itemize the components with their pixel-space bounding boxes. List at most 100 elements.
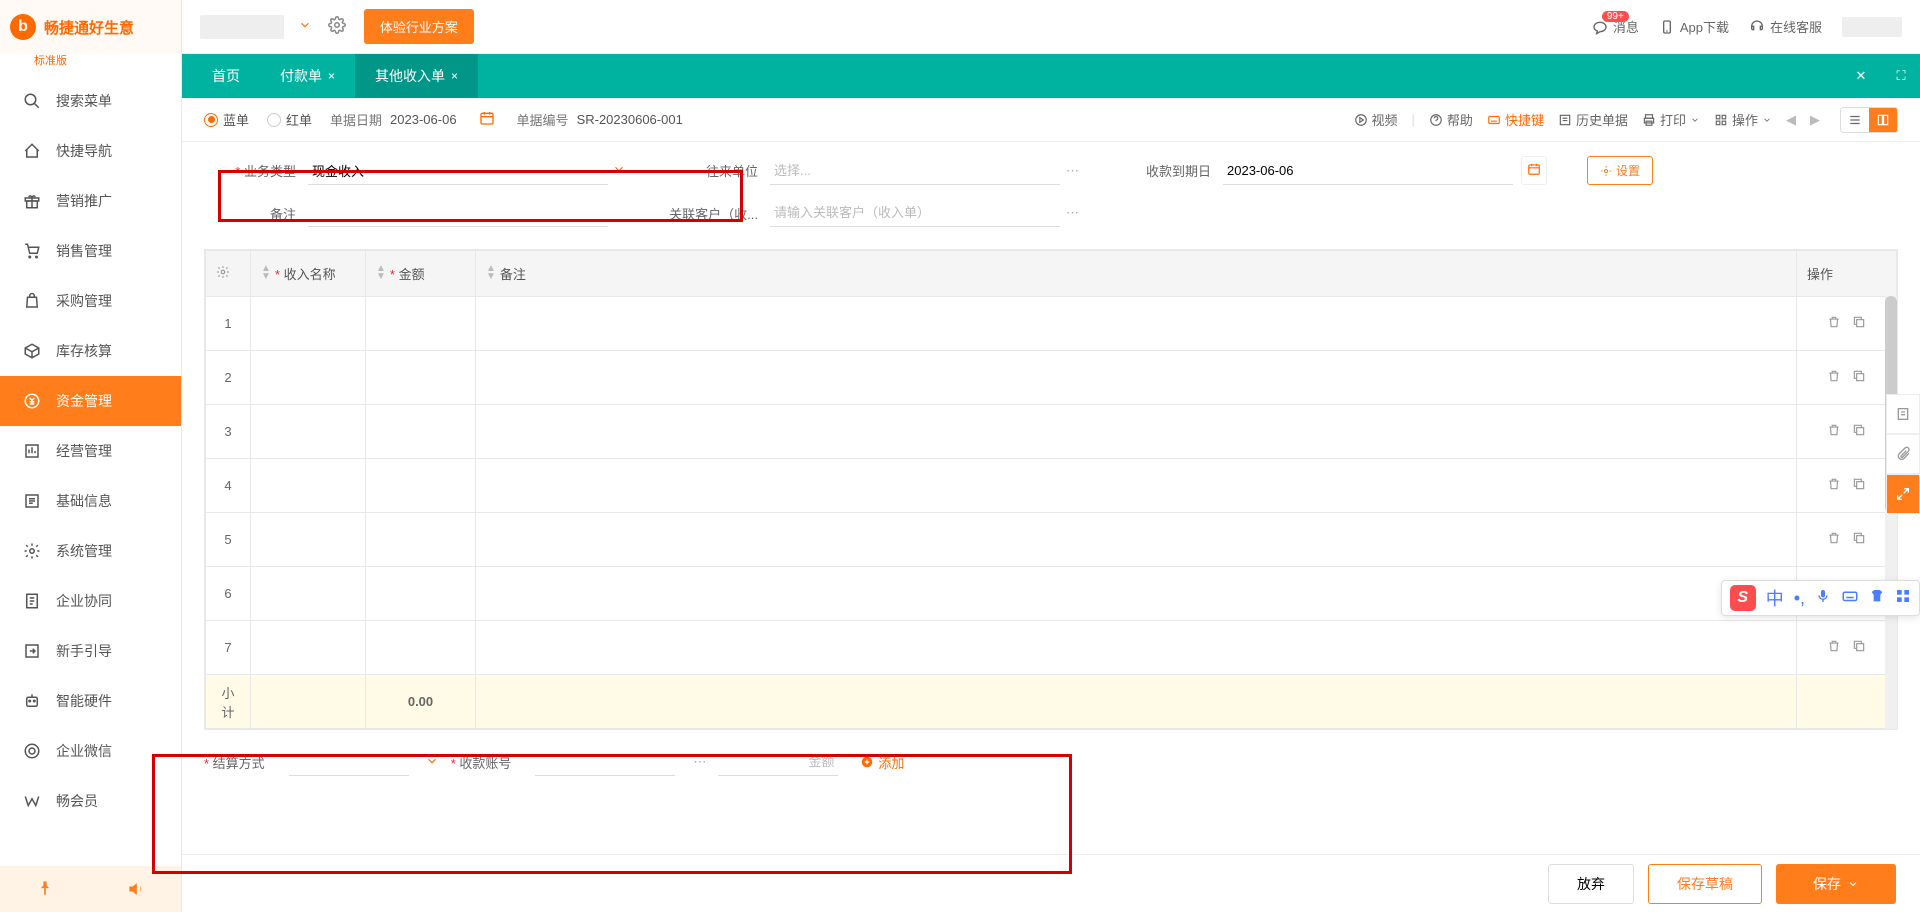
close-icon[interactable]: × — [328, 69, 335, 83]
pin-icon[interactable] — [35, 879, 55, 899]
delete-row-icon[interactable] — [1827, 533, 1841, 548]
table-row[interactable]: 7 — [206, 621, 1897, 675]
settings-button[interactable]: 设置 — [1587, 156, 1653, 185]
expand-tool-icon[interactable] — [1886, 474, 1920, 514]
ime-skin-icon[interactable] — [1869, 588, 1885, 609]
add-settle-button[interactable]: 添加 — [860, 753, 904, 772]
close-icon[interactable]: × — [451, 69, 458, 83]
video-button[interactable]: 视频 — [1354, 110, 1398, 129]
sidebar-item-nav[interactable]: 快捷导航 — [0, 126, 181, 176]
delete-row-icon[interactable] — [1827, 425, 1841, 440]
calendar-icon[interactable] — [1521, 156, 1547, 185]
app-download-button[interactable]: App下载 — [1659, 17, 1729, 36]
red-doc-radio[interactable]: 红单 — [267, 110, 312, 129]
note-tool-icon[interactable] — [1886, 394, 1920, 434]
history-button[interactable]: 历史单据 — [1558, 110, 1628, 129]
th-amount[interactable]: ▲▼金额 — [366, 251, 476, 297]
table-settings-header[interactable] — [206, 251, 251, 297]
ime-keyboard-icon[interactable] — [1841, 587, 1859, 610]
close-all-icon[interactable]: ✕ — [1842, 54, 1880, 98]
settle-amount-input[interactable] — [718, 748, 838, 776]
shortcut-button[interactable]: 快捷键 — [1487, 110, 1544, 129]
view-form-button[interactable] — [1869, 108, 1897, 132]
print-button[interactable]: 打印 — [1642, 110, 1700, 129]
experience-button[interactable]: 体验行业方案 — [364, 9, 474, 44]
fullscreen-icon[interactable]: ⛶ — [1882, 54, 1920, 98]
ime-punct-icon[interactable]: •, — [1794, 588, 1805, 609]
sidebar-item-collab[interactable]: 企业协同 — [0, 576, 181, 626]
next-button[interactable]: ▶ — [1810, 112, 1820, 128]
chevron-down-icon[interactable] — [425, 754, 439, 771]
ime-mic-icon[interactable] — [1815, 588, 1831, 609]
sidebar-item-vip[interactable]: 畅会员 — [0, 776, 181, 826]
discard-button[interactable]: 放弃 — [1548, 864, 1634, 904]
chevron-down-icon[interactable] — [298, 18, 312, 35]
user-avatar[interactable] — [1842, 17, 1902, 37]
tab-payment[interactable]: 付款单× — [260, 54, 355, 98]
sidebar-item-search[interactable]: 搜索菜单 — [0, 76, 181, 126]
more-icon[interactable]: ⋯ — [693, 754, 706, 770]
sidebar-item-wechat[interactable]: 企业微信 — [0, 726, 181, 776]
remark-input[interactable] — [308, 199, 608, 227]
more-icon[interactable]: ⋯ — [1066, 163, 1079, 179]
table-row[interactable]: 6 — [206, 567, 1897, 621]
biz-type-input[interactable] — [308, 157, 608, 185]
messages-button[interactable]: 消息 99+ — [1592, 17, 1639, 36]
copy-row-icon[interactable] — [1852, 479, 1866, 494]
unit-input[interactable] — [770, 157, 1060, 185]
company-name[interactable] — [200, 15, 284, 39]
table-row[interactable]: 5 — [206, 513, 1897, 567]
view-list-button[interactable] — [1841, 108, 1869, 132]
sidebar-item-guide[interactable]: 新手引导 — [0, 626, 181, 676]
th-remark[interactable]: ▲▼备注 — [476, 251, 1797, 297]
sidebar-item-label: 企业微信 — [56, 741, 112, 761]
ime-lang[interactable]: 中 — [1766, 585, 1784, 611]
app-label: App下载 — [1680, 17, 1729, 36]
sidebar-item-hardware[interactable]: 智能硬件 — [0, 676, 181, 726]
save-button[interactable]: 保存 — [1776, 864, 1896, 904]
copy-row-icon[interactable] — [1852, 641, 1866, 656]
table-row[interactable]: 3 — [206, 405, 1897, 459]
delete-row-icon[interactable] — [1827, 641, 1841, 656]
rel-input[interactable] — [770, 199, 1060, 227]
chevron-down-icon[interactable] — [612, 162, 626, 179]
help-button[interactable]: 帮助 — [1429, 110, 1473, 129]
attach-tool-icon[interactable] — [1886, 434, 1920, 474]
sidebar-item-basic[interactable]: 基础信息 — [0, 476, 181, 526]
table-row[interactable]: 4 — [206, 459, 1897, 513]
sidebar-item-business[interactable]: 经营管理 — [0, 426, 181, 476]
prev-button[interactable]: ◀ — [1786, 112, 1796, 128]
service-button[interactable]: 在线客服 — [1749, 17, 1822, 36]
sidebar-item-sales[interactable]: 销售管理 — [0, 226, 181, 276]
settle-acct-input[interactable] — [535, 748, 675, 776]
settings-icon[interactable] — [328, 16, 346, 37]
more-icon[interactable]: ⋯ — [1066, 205, 1079, 221]
ime-tools-icon[interactable] — [1895, 588, 1911, 609]
sidebar-item-funds[interactable]: 资金管理 — [0, 376, 181, 426]
tab-other-income[interactable]: 其他收入单× — [355, 54, 478, 98]
ime-toolbar[interactable]: S 中 •, — [1721, 580, 1920, 616]
blue-doc-radio[interactable]: 蓝单 — [204, 110, 249, 129]
date-value[interactable]: 2023-06-06 — [390, 112, 457, 127]
save-draft-button[interactable]: 保存草稿 — [1648, 864, 1762, 904]
copy-row-icon[interactable] — [1852, 533, 1866, 548]
calendar-icon[interactable] — [479, 110, 495, 129]
delete-row-icon[interactable] — [1827, 371, 1841, 386]
sidebar-item-system[interactable]: 系统管理 — [0, 526, 181, 576]
table-row[interactable]: 1 — [206, 297, 1897, 351]
table-row[interactable]: 2 — [206, 351, 1897, 405]
delete-row-icon[interactable] — [1827, 317, 1841, 332]
sidebar-item-purchase[interactable]: 采购管理 — [0, 276, 181, 326]
copy-row-icon[interactable] — [1852, 317, 1866, 332]
tab-home[interactable]: 首页 — [192, 54, 260, 98]
sidebar-item-inventory[interactable]: 库存核算 — [0, 326, 181, 376]
sound-icon[interactable] — [126, 879, 146, 899]
copy-row-icon[interactable] — [1852, 371, 1866, 386]
due-input[interactable] — [1223, 157, 1513, 185]
sidebar-item-marketing[interactable]: 营销推广 — [0, 176, 181, 226]
delete-row-icon[interactable] — [1827, 479, 1841, 494]
settle-method-input[interactable] — [289, 748, 409, 776]
ops-button[interactable]: 操作 — [1714, 110, 1772, 129]
th-income-name[interactable]: ▲▼收入名称 — [251, 251, 366, 297]
copy-row-icon[interactable] — [1852, 425, 1866, 440]
